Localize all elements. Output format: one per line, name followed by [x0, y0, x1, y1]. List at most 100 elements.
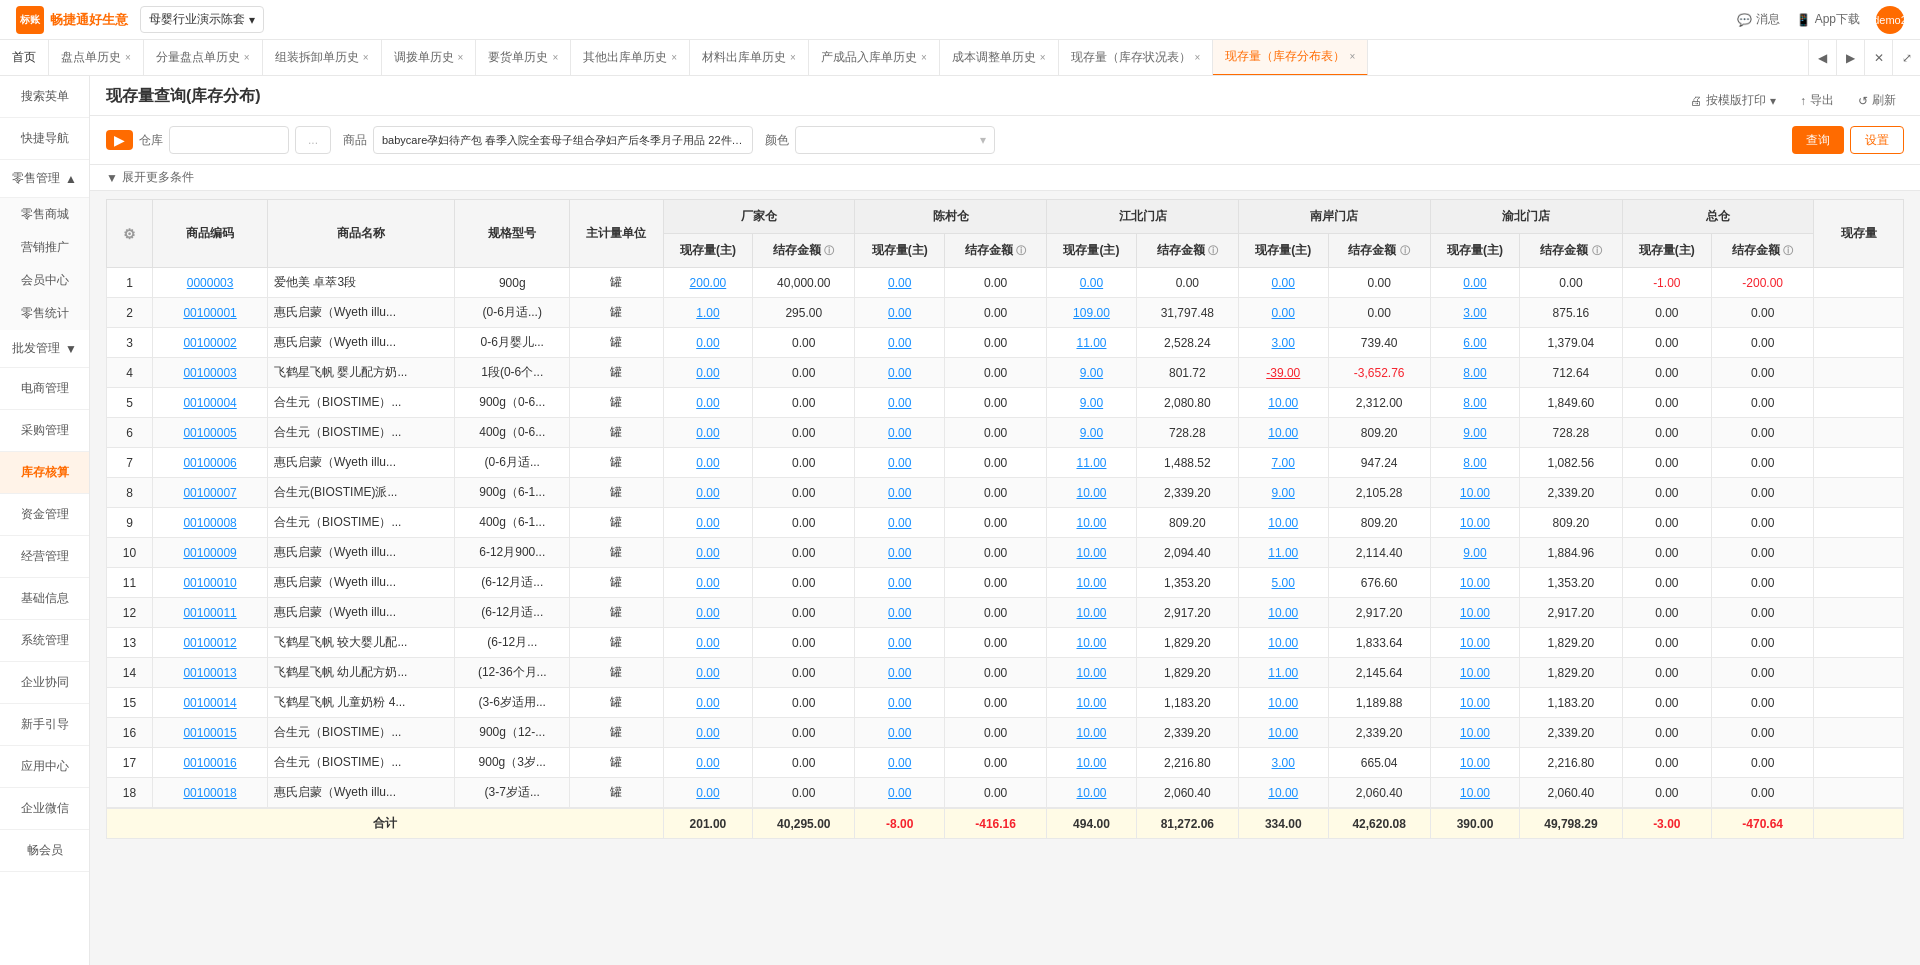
- yubeibei-stock-link[interactable]: 10.00: [1460, 696, 1490, 710]
- tab-purchase-order[interactable]: 要货单历史 ×: [476, 40, 571, 76]
- info-icon[interactable]: ⓘ: [1400, 245, 1410, 256]
- tab-assembly[interactable]: 组装拆卸单历史 ×: [263, 40, 382, 76]
- factory-stock-link[interactable]: 0.00: [696, 366, 719, 380]
- store-selector[interactable]: 母婴行业演示陈套 ▾: [140, 6, 264, 33]
- factory-stock-link[interactable]: 0.00: [696, 726, 719, 740]
- sidebar-item-finance[interactable]: 资金管理: [0, 494, 89, 536]
- color-input[interactable]: ▾: [795, 126, 995, 154]
- yubeibei-stock-link[interactable]: 10.00: [1460, 666, 1490, 680]
- refresh-btn[interactable]: ↺ 刷新: [1850, 88, 1904, 113]
- jiangbei-stock-link[interactable]: 0.00: [1080, 276, 1103, 290]
- warehouse-ellipsis-btn[interactable]: ...: [295, 126, 331, 154]
- sidebar-item-app-center[interactable]: 应用中心: [0, 746, 89, 788]
- code-link[interactable]: 00100001: [183, 306, 236, 320]
- product-input[interactable]: babycare孕妇待产包 春季入院全套母子组合孕妇产后冬季月子用品 22件套 …: [373, 126, 753, 154]
- jiangbei-stock-link[interactable]: 10.00: [1076, 546, 1106, 560]
- tab-sub-inventory[interactable]: 分量盘点单历史 ×: [144, 40, 263, 76]
- jiangbei-stock-link[interactable]: 9.00: [1080, 396, 1103, 410]
- info-icon[interactable]: ⓘ: [1016, 245, 1026, 256]
- sidebar-item-quick-nav[interactable]: 快捷导航: [0, 118, 89, 160]
- nanan-stock-link[interactable]: -39.00: [1266, 366, 1300, 380]
- sidebar-item-search[interactable]: 搜索英单: [0, 76, 89, 118]
- chenling-stock-link[interactable]: 0.00: [888, 786, 911, 800]
- nanan-stock-link[interactable]: 10.00: [1268, 696, 1298, 710]
- sidebar-item-system-mgmt[interactable]: 系统管理: [0, 620, 89, 662]
- yubeibei-stock-link[interactable]: 8.00: [1463, 396, 1486, 410]
- sidebar-item-purchase[interactable]: 采购管理: [0, 410, 89, 452]
- jiangbei-stock-link[interactable]: 10.00: [1076, 726, 1106, 740]
- jiangbei-stock-link[interactable]: 11.00: [1076, 456, 1106, 470]
- tab-close-icon[interactable]: ×: [363, 52, 369, 63]
- code-link[interactable]: 00100008: [183, 516, 236, 530]
- export-btn[interactable]: ↑ 导出: [1792, 88, 1842, 113]
- sidebar-sub-retail-store[interactable]: 零售商城: [0, 198, 89, 231]
- factory-stock-link[interactable]: 0.00: [696, 666, 719, 680]
- factory-stock-link[interactable]: 0.00: [696, 696, 719, 710]
- tab-next-btn[interactable]: ▶: [1836, 40, 1864, 76]
- chenling-stock-link[interactable]: 0.00: [888, 396, 911, 410]
- jiangbei-stock-link[interactable]: 10.00: [1076, 666, 1106, 680]
- app-download-btn[interactable]: 📱 App下载: [1796, 11, 1860, 28]
- nanan-stock-link[interactable]: 10.00: [1268, 516, 1298, 530]
- chenling-stock-link[interactable]: 0.00: [888, 426, 911, 440]
- code-link[interactable]: 0000003: [187, 276, 234, 290]
- nanan-stock-link[interactable]: 5.00: [1272, 576, 1295, 590]
- nanan-stock-link[interactable]: 0.00: [1272, 276, 1295, 290]
- chenling-stock-link[interactable]: 0.00: [888, 726, 911, 740]
- nanan-stock-link[interactable]: 10.00: [1268, 636, 1298, 650]
- tab-transfer[interactable]: 调拨单历史 ×: [382, 40, 477, 76]
- code-link[interactable]: 00100014: [183, 696, 236, 710]
- sidebar-item-enterprise-wechat[interactable]: 企业微信: [0, 788, 89, 830]
- factory-stock-link[interactable]: 0.00: [696, 426, 719, 440]
- tab-stock-status[interactable]: 现存量（库存状况表） ×: [1059, 40, 1214, 76]
- code-link[interactable]: 00100010: [183, 576, 236, 590]
- jiangbei-stock-link[interactable]: 10.00: [1076, 576, 1106, 590]
- tab-prev-btn[interactable]: ◀: [1808, 40, 1836, 76]
- yubeibei-stock-link[interactable]: 9.00: [1463, 426, 1486, 440]
- yubeibei-stock-link[interactable]: 8.00: [1463, 366, 1486, 380]
- yubeibei-stock-link[interactable]: 9.00: [1463, 546, 1486, 560]
- yubeibei-stock-link[interactable]: 10.00: [1460, 756, 1490, 770]
- yubeibei-stock-link[interactable]: 8.00: [1463, 456, 1486, 470]
- code-link[interactable]: 00100015: [183, 726, 236, 740]
- factory-stock-link[interactable]: 0.00: [696, 486, 719, 500]
- sidebar-item-ecommerce[interactable]: 电商管理: [0, 368, 89, 410]
- sidebar-sub-retail-stats[interactable]: 零售统计: [0, 297, 89, 330]
- info-icon[interactable]: ⓘ: [824, 245, 834, 256]
- jiangbei-stock-link[interactable]: 10.00: [1076, 756, 1106, 770]
- yubeibei-stock-link[interactable]: 10.00: [1460, 576, 1490, 590]
- collapse-btn[interactable]: ▶: [106, 130, 133, 150]
- sidebar-item-wholesale-mgmt[interactable]: 批发管理 ▼: [0, 330, 89, 368]
- jiangbei-stock-link[interactable]: 10.00: [1076, 606, 1106, 620]
- factory-stock-link[interactable]: 0.00: [696, 606, 719, 620]
- code-link[interactable]: 00100016: [183, 756, 236, 770]
- warehouse-input[interactable]: [169, 126, 289, 154]
- sidebar-item-operation[interactable]: 经营管理: [0, 536, 89, 578]
- tab-close-icon[interactable]: ×: [552, 52, 558, 63]
- jiangbei-stock-link[interactable]: 10.00: [1076, 786, 1106, 800]
- avatar[interactable]: demo2: [1876, 6, 1904, 34]
- yubeibei-stock-link[interactable]: 10.00: [1460, 726, 1490, 740]
- code-link[interactable]: 00100011: [183, 606, 236, 620]
- jiangbei-stock-link[interactable]: 9.00: [1080, 426, 1103, 440]
- nanan-stock-link[interactable]: 10.00: [1268, 726, 1298, 740]
- code-link[interactable]: 00100006: [183, 456, 236, 470]
- factory-stock-link[interactable]: 0.00: [696, 786, 719, 800]
- tab-expand-btn[interactable]: ⤢: [1892, 40, 1920, 76]
- sidebar-item-inventory[interactable]: 库存核算: [0, 452, 89, 494]
- chenling-stock-link[interactable]: 0.00: [888, 696, 911, 710]
- code-link[interactable]: 00100007: [183, 486, 236, 500]
- chenling-stock-link[interactable]: 0.00: [888, 486, 911, 500]
- yubeibei-stock-link[interactable]: 0.00: [1463, 276, 1486, 290]
- tab-close-all-btn[interactable]: ✕: [1864, 40, 1892, 76]
- chenling-stock-link[interactable]: 0.00: [888, 666, 911, 680]
- chenling-stock-link[interactable]: 0.00: [888, 546, 911, 560]
- tab-close-icon[interactable]: ×: [244, 52, 250, 63]
- factory-stock-link[interactable]: 0.00: [696, 336, 719, 350]
- nanan-stock-link[interactable]: 10.00: [1268, 426, 1298, 440]
- code-link[interactable]: 00100003: [183, 366, 236, 380]
- nanan-stock-link[interactable]: 11.00: [1268, 546, 1298, 560]
- code-link[interactable]: 00100002: [183, 336, 236, 350]
- tab-close-icon[interactable]: ×: [458, 52, 464, 63]
- jiangbei-stock-link[interactable]: 10.00: [1076, 636, 1106, 650]
